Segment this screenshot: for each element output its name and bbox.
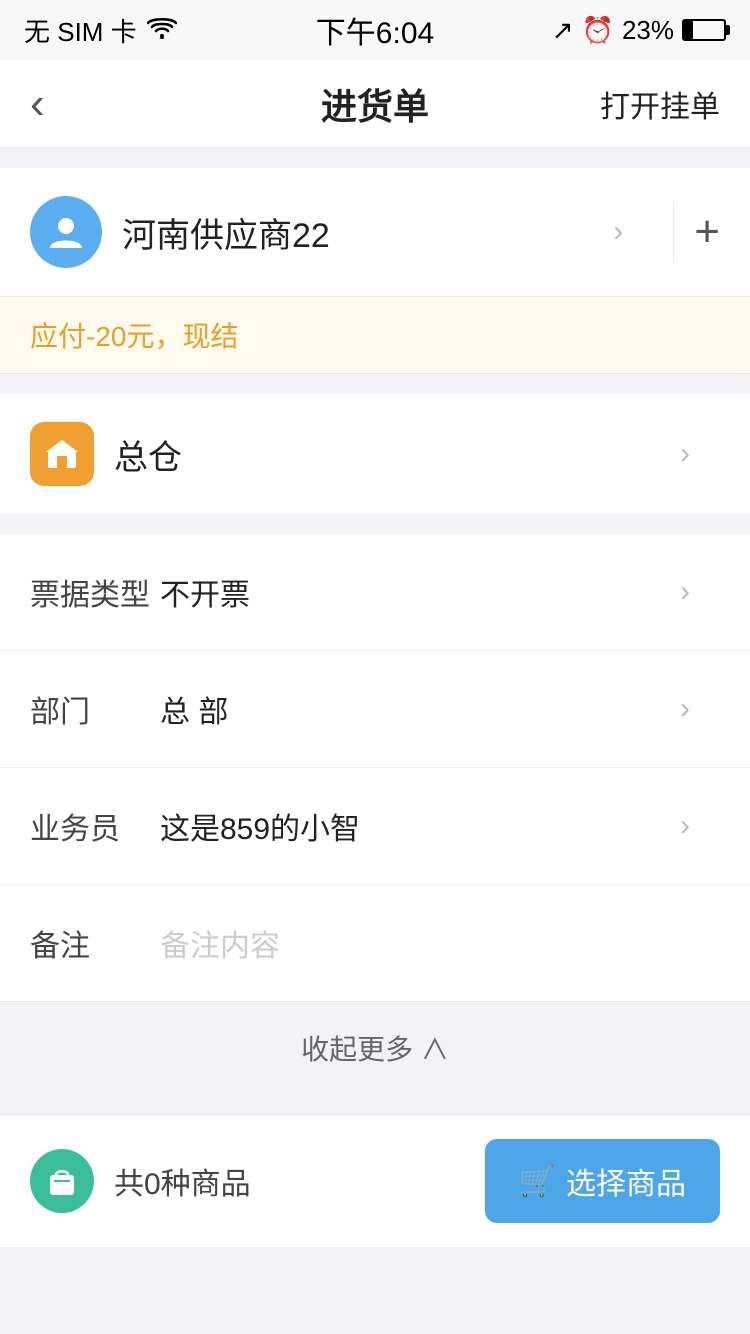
- section-gap-3: [0, 514, 750, 534]
- warehouse-row[interactable]: 总仓 ›: [0, 394, 750, 514]
- collapse-label: 收起更多 ∧: [301, 1034, 449, 1065]
- battery-label: 23%: [622, 15, 674, 46]
- notice-text: 应付-20元，现结: [30, 321, 238, 352]
- product-bag-icon: [30, 1149, 94, 1213]
- supplier-chevron-icon: ›: [613, 215, 623, 249]
- department-row[interactable]: 部门 总 部 ›: [0, 650, 750, 767]
- open-pending-button[interactable]: 打开挂单: [600, 82, 720, 126]
- nav-bar: ‹ 进货单 打开挂单: [0, 60, 750, 148]
- remark-input[interactable]: 备注内容: [160, 921, 720, 965]
- alarm-icon: ⏰: [582, 15, 614, 46]
- department-value: 总 部: [160, 687, 680, 731]
- status-left: 无 SIM 卡: [24, 12, 177, 49]
- cart-icon: 🛒: [519, 1164, 556, 1199]
- salesperson-value: 这是859的小智: [160, 804, 680, 848]
- status-bar: 无 SIM 卡 下午6:04 ↗ ⏰ 23%: [0, 0, 750, 60]
- select-product-button[interactable]: 🛒 选择商品: [485, 1139, 720, 1223]
- department-label: 部门: [30, 687, 160, 731]
- carrier-label: 无 SIM 卡: [24, 12, 137, 49]
- salesperson-row[interactable]: 业务员 这是859的小智 ›: [0, 767, 750, 884]
- remark-label: 备注: [30, 921, 160, 965]
- back-button[interactable]: ‹: [30, 79, 45, 129]
- department-chevron-icon: ›: [680, 692, 690, 726]
- status-time: 下午6:04: [316, 8, 434, 52]
- gps-icon: ↗: [552, 15, 574, 46]
- supplier-name: 河南供应商22: [122, 208, 613, 257]
- product-count-label: 共0种商品: [114, 1159, 485, 1203]
- select-btn-label: 选择商品: [566, 1159, 686, 1203]
- add-supplier-button[interactable]: +: [694, 207, 720, 257]
- section-gap-4: [0, 1094, 750, 1114]
- warehouse-icon: [30, 422, 94, 486]
- invoice-type-row[interactable]: 票据类型 不开票 ›: [0, 534, 750, 650]
- remark-row[interactable]: 备注 备注内容: [0, 884, 750, 1001]
- page-title: 进货单: [321, 78, 429, 130]
- supplier-row[interactable]: 河南供应商22 › +: [0, 168, 750, 296]
- notice-banner: 应付-20元，现结: [0, 296, 750, 374]
- invoice-type-chevron-icon: ›: [680, 575, 690, 609]
- invoice-type-label: 票据类型: [30, 570, 160, 614]
- wifi-icon: [147, 15, 177, 46]
- form-card: 票据类型 不开票 › 部门 总 部 › 业务员 这是859的小智 › 备注 备注…: [0, 534, 750, 1094]
- warehouse-chevron-icon: ›: [680, 437, 690, 471]
- bottom-bar: 共0种商品 🛒 选择商品: [0, 1114, 750, 1247]
- invoice-type-value: 不开票: [160, 570, 680, 614]
- warehouse-label: 总仓: [114, 430, 680, 479]
- battery-icon: [682, 19, 726, 41]
- warehouse-card: 总仓 ›: [0, 394, 750, 514]
- supplier-avatar: [30, 196, 102, 268]
- supplier-card: 河南供应商22 › + 应付-20元，现结: [0, 168, 750, 374]
- salesperson-chevron-icon: ›: [680, 809, 690, 843]
- status-right: ↗ ⏰ 23%: [552, 15, 726, 46]
- section-gap-2: [0, 374, 750, 394]
- salesperson-label: 业务员: [30, 804, 160, 848]
- section-gap-1: [0, 148, 750, 168]
- vertical-divider: [673, 202, 674, 262]
- collapse-button[interactable]: 收起更多 ∧: [0, 1001, 750, 1094]
